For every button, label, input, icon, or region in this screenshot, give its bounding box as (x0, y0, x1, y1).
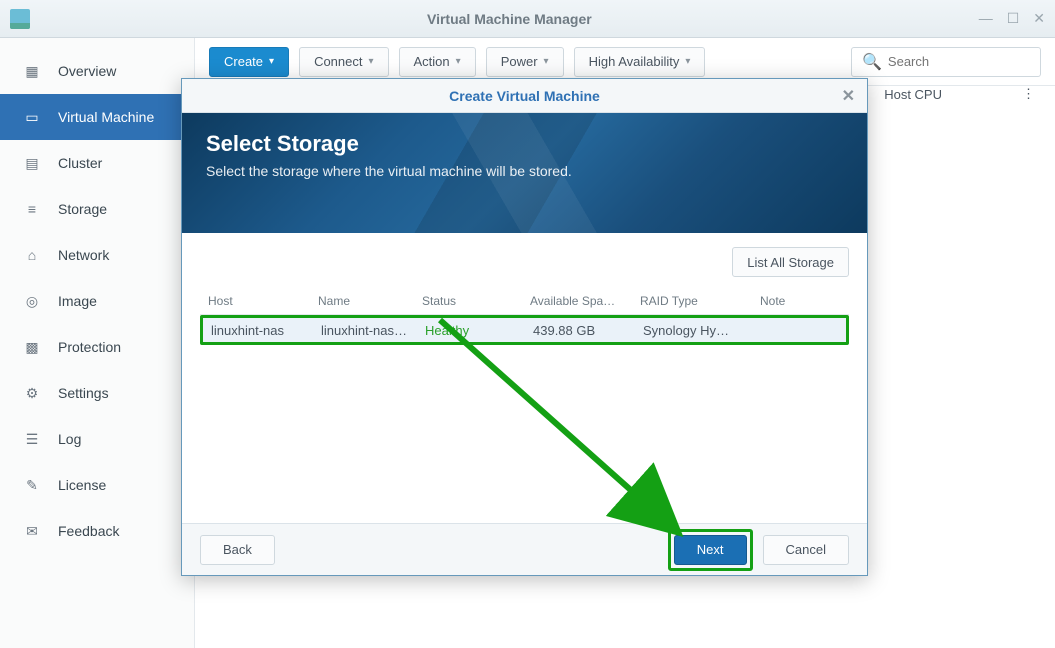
button-label: High Availability (589, 54, 680, 69)
search-box[interactable]: 🔍 (851, 47, 1041, 77)
more-icon[interactable]: ⋮ (1022, 86, 1035, 102)
caret-icon: ▾ (368, 56, 373, 67)
storage-icon: ≡ (22, 199, 42, 219)
storage-table-header: Host Name Status Available Spa… RAID Typ… (200, 287, 849, 315)
search-input[interactable] (888, 54, 1030, 69)
connect-button[interactable]: Connect ▾ (299, 47, 388, 77)
sidebar-item-settings[interactable]: ⚙ Settings (0, 370, 194, 416)
sidebar: ▦ Overview ▭ Virtual Machine ▤ Cluster ≡ Sto… (0, 38, 195, 648)
sidebar-item-label: Settings (58, 385, 109, 401)
dialog-close-icon[interactable]: ✕ (842, 86, 855, 106)
sidebar-item-cluster[interactable]: ▤ Cluster (0, 140, 194, 186)
search-icon: 🔍 (862, 52, 882, 72)
dialog-title: Create Virtual Machine (449, 88, 600, 104)
cluster-icon: ▤ (22, 153, 42, 173)
log-icon: ☰ (22, 429, 42, 449)
cancel-button[interactable]: Cancel (763, 535, 849, 565)
col-name[interactable]: Name (310, 294, 414, 308)
button-label: Action (414, 54, 450, 69)
sidebar-item-label: Log (58, 431, 81, 447)
col-status[interactable]: Status (414, 294, 522, 308)
button-label: Create (224, 54, 263, 69)
next-button[interactable]: Next (674, 535, 747, 565)
storage-row[interactable]: linuxhint-nas linuxhint-nas… Healthy 439… (200, 315, 849, 345)
button-label: Connect (314, 54, 362, 69)
next-highlight: Next (668, 529, 753, 571)
sidebar-item-virtual-machine[interactable]: ▭ Virtual Machine (0, 94, 194, 140)
minimize-icon[interactable]: ― (979, 10, 993, 27)
sidebar-item-image[interactable]: ◎ Image (0, 278, 194, 324)
titlebar: Virtual Machine Manager ― ☐ ✕ (0, 0, 1055, 38)
sidebar-item-license[interactable]: ✎ License (0, 462, 194, 508)
back-button[interactable]: Back (200, 535, 275, 565)
list-all-storage-button[interactable]: List All Storage (732, 247, 849, 277)
create-vm-dialog: Create Virtual Machine ✕ Select Storage … (181, 78, 868, 576)
col-raid[interactable]: RAID Type (632, 294, 752, 308)
host-cpu-label: Host CPU (884, 87, 942, 102)
col-host[interactable]: Host (200, 294, 310, 308)
sidebar-item-storage[interactable]: ≡ Storage (0, 186, 194, 232)
sidebar-item-label: Cluster (58, 155, 102, 171)
vm-icon: ▭ (22, 107, 42, 127)
dialog-hero-subtitle: Select the storage where the virtual mac… (206, 163, 843, 179)
feedback-icon: ✉ (22, 521, 42, 541)
sidebar-item-protection[interactable]: ▩ Protection (0, 324, 194, 370)
dialog-hero-title: Select Storage (206, 131, 843, 157)
caret-icon: ▾ (269, 56, 274, 67)
app-icon (10, 9, 30, 29)
cell-status: Healthy (417, 323, 525, 338)
caret-icon: ▾ (456, 56, 461, 67)
button-label: Power (501, 54, 538, 69)
power-button[interactable]: Power ▾ (486, 47, 564, 77)
sidebar-item-label: Feedback (58, 523, 119, 539)
sidebar-item-label: Overview (58, 63, 116, 79)
cell-available: 439.88 GB (525, 323, 635, 338)
sidebar-item-feedback[interactable]: ✉ Feedback (0, 508, 194, 554)
network-icon: ⌂ (22, 245, 42, 265)
sidebar-item-overview[interactable]: ▦ Overview (0, 48, 194, 94)
cell-raid: Synology Hy… (635, 323, 755, 338)
image-icon: ◎ (22, 291, 42, 311)
action-button[interactable]: Action ▾ (399, 47, 476, 77)
sidebar-item-label: Network (58, 247, 109, 263)
create-button[interactable]: Create ▾ (209, 47, 289, 77)
dialog-footer: Back Next Cancel (182, 523, 867, 575)
sidebar-item-network[interactable]: ⌂ Network (0, 232, 194, 278)
maximize-icon[interactable]: ☐ (1007, 10, 1020, 27)
close-icon[interactable]: ✕ (1033, 10, 1045, 27)
col-note[interactable]: Note (752, 294, 832, 308)
license-icon: ✎ (22, 475, 42, 495)
sidebar-item-label: License (58, 477, 106, 493)
dialog-hero: Select Storage Select the storage where … (182, 113, 867, 233)
protection-icon: ▩ (22, 337, 42, 357)
overview-icon: ▦ (22, 61, 42, 81)
sidebar-item-label: Image (58, 293, 97, 309)
sidebar-item-label: Storage (58, 201, 107, 217)
settings-icon: ⚙ (22, 383, 42, 403)
app-title: Virtual Machine Manager (40, 11, 979, 27)
dialog-titlebar: Create Virtual Machine ✕ (182, 79, 867, 113)
sidebar-item-label: Protection (58, 339, 121, 355)
cell-name: linuxhint-nas… (313, 323, 417, 338)
col-available[interactable]: Available Spa… (522, 294, 632, 308)
caret-icon: ▾ (544, 56, 549, 67)
cell-host: linuxhint-nas (203, 323, 313, 338)
caret-icon: ▾ (685, 56, 690, 67)
ha-button[interactable]: High Availability ▾ (574, 47, 706, 77)
sidebar-item-label: Virtual Machine (58, 109, 154, 125)
sidebar-item-log[interactable]: ☰ Log (0, 416, 194, 462)
